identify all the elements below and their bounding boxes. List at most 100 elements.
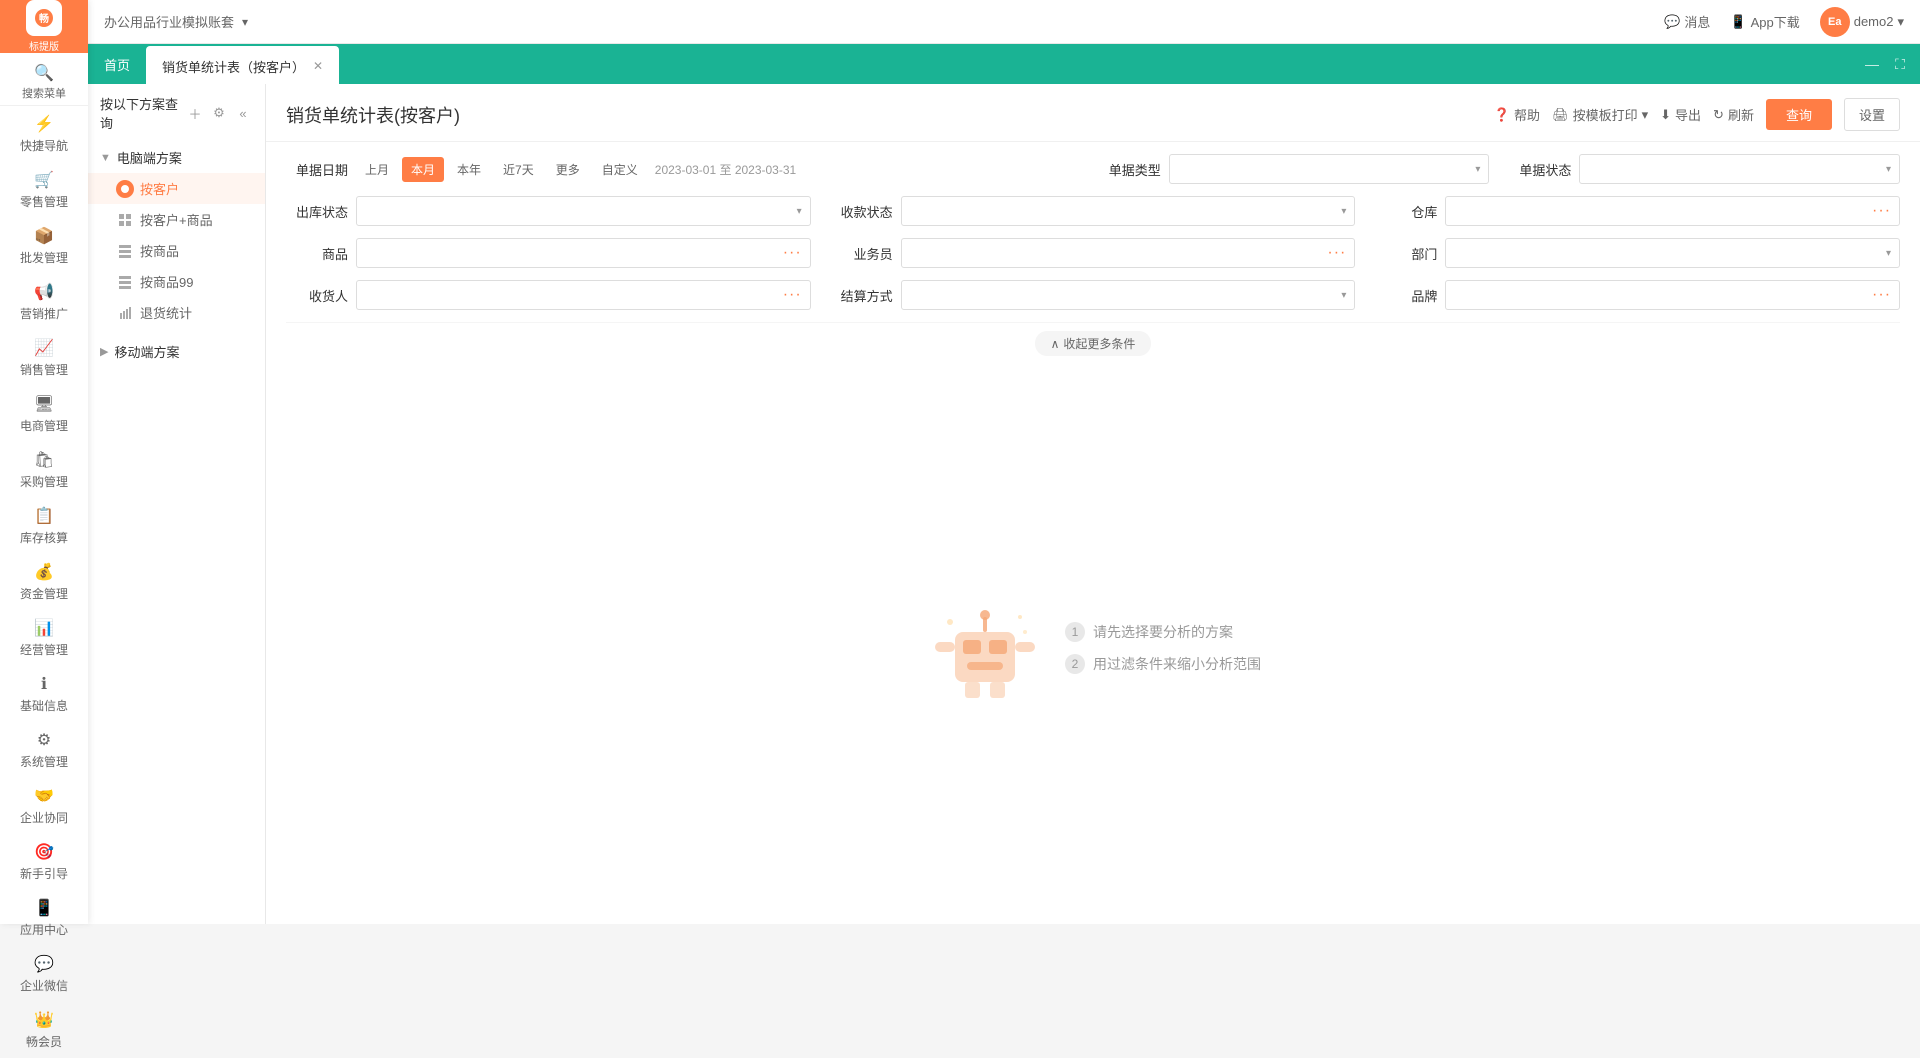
tree-mobile-label: 移动端方案	[114, 342, 179, 361]
bill-status-select[interactable]: ▾	[1579, 154, 1900, 184]
sidebar-item-search-menu[interactable]: 🔍 搜索菜单	[0, 53, 88, 106]
export-btn[interactable]: ⬇ 导出	[1660, 105, 1701, 124]
warehouse-select[interactable]: ···	[1445, 196, 1900, 226]
settings-btn[interactable]: 设置	[1844, 98, 1900, 131]
settlement-arrow-icon: ▾	[1341, 290, 1346, 301]
sidebar-item-wholesale[interactable]: 📦 批发管理	[0, 218, 88, 274]
inventory-icon: 📋	[34, 506, 54, 526]
date-btn-custom[interactable]: 自定义	[593, 157, 647, 182]
account-dropdown[interactable]: ▾	[242, 15, 248, 29]
tree-item-by-customer[interactable]: 按客户	[88, 173, 265, 204]
tree-item-return-stat[interactable]: 退货统计	[88, 297, 265, 328]
filter-row-1: 单据日期 上月 本月 本年 近7天 更多 自定义 2023-03-01 至 20…	[286, 154, 1900, 184]
edit-scheme-btn[interactable]: ⚙	[209, 103, 229, 123]
download-icon: 📱	[1730, 14, 1746, 30]
message-icon: 💬	[1664, 14, 1680, 30]
tree-expand-icon: ▼	[100, 152, 111, 164]
app-download-btn[interactable]: 📱 App下载	[1730, 12, 1799, 31]
collapse-panel-btn[interactable]: «	[233, 103, 253, 123]
empty-illustration	[925, 587, 1045, 710]
sidebar-item-operations[interactable]: 📊 经营管理	[0, 610, 88, 666]
salesperson-select[interactable]: ···	[901, 238, 1356, 268]
product-dots: ···	[783, 244, 802, 262]
tab-home[interactable]: 首页	[88, 44, 146, 84]
department-select[interactable]: ▾	[1445, 238, 1900, 268]
bill-type-arrow-icon: ▾	[1475, 164, 1480, 175]
content-area: 按以下方案查询 ＋ ⚙ « ▼ 电脑端方案 按客户	[88, 84, 1920, 924]
wholesale-icon: 📦	[34, 226, 54, 246]
tab-close-btn[interactable]: ✕	[313, 59, 323, 73]
sidebar-item-ecommerce[interactable]: 🖥 电商管理	[0, 386, 88, 442]
account-title: 办公用品行业模拟账套	[104, 12, 234, 31]
sidebar-item-wechat[interactable]: 💬 企业微信	[0, 946, 88, 1002]
receiver-select[interactable]: ···	[356, 280, 811, 310]
tree-item-by-product[interactable]: 按商品	[88, 235, 265, 266]
print-btn[interactable]: 🖨 按模板打印 ▾	[1552, 105, 1648, 124]
sidebar-item-purchase[interactable]: 🛍 采购管理	[0, 442, 88, 498]
sidebar-item-retail[interactable]: 🛒 零售管理	[0, 162, 88, 218]
filter-row-2: 出库状态 ▾ 收款状态 ▾ 仓库 ···	[286, 196, 1900, 226]
avatar: Ea	[1820, 7, 1850, 37]
product-label: 商品	[286, 244, 356, 263]
messages-btn[interactable]: 💬 消息	[1664, 12, 1710, 31]
sidebar: 畅 标提版 🔍 搜索菜单 ⚡ 快捷导航 🛒 零售管理 📦 批发管理 📢 营销推广…	[0, 0, 88, 924]
out-status-select[interactable]: ▾	[356, 196, 811, 226]
collapse-btn[interactable]: ∧ 收起更多条件	[1035, 331, 1152, 356]
brand-select[interactable]: ···	[1445, 280, 1900, 310]
by-product-99-icon	[116, 273, 134, 291]
product-select[interactable]: ···	[356, 238, 811, 268]
sidebar-item-quick-nav[interactable]: ⚡ 快捷导航	[0, 106, 88, 162]
sidebar-item-finance[interactable]: 💰 资金管理	[0, 554, 88, 610]
sidebar-item-guide[interactable]: 🎯 新手引导	[0, 834, 88, 890]
bill-type-select[interactable]: ▾	[1169, 154, 1490, 184]
tab-minimize-btn[interactable]: —	[1860, 52, 1884, 76]
add-scheme-btn[interactable]: ＋	[185, 103, 205, 123]
sidebar-item-inventory[interactable]: 📋 库存核算	[0, 498, 88, 554]
out-status-label: 出库状态	[286, 202, 356, 221]
date-group: 上月 本月 本年 近7天 更多 自定义 2023-03-01 至 2023-03…	[356, 157, 796, 182]
sidebar-item-basic[interactable]: ℹ 基础信息	[0, 666, 88, 722]
basic-icon: ℹ	[41, 674, 47, 694]
finance-icon: 💰	[34, 562, 54, 582]
help-btn[interactable]: ❓ 帮助	[1494, 105, 1540, 124]
settlement-select[interactable]: ▾	[901, 280, 1356, 310]
date-btn-last-month[interactable]: 上月	[356, 157, 398, 182]
filter-row-3: 商品 ··· 业务员 ··· 部门 ▾	[286, 238, 1900, 268]
receive-status-select[interactable]: ▾	[901, 196, 1356, 226]
retail-icon: 🛒	[34, 170, 54, 190]
date-btn-this-month[interactable]: 本月	[402, 157, 444, 182]
return-stat-label: 退货统计	[140, 303, 192, 322]
sidebar-item-app-center[interactable]: 📱 应用中心	[0, 890, 88, 946]
sidebar-item-system[interactable]: ⚙ 系统管理	[0, 722, 88, 778]
salesperson-dots: ···	[1327, 244, 1346, 262]
left-panel-header: 按以下方案查询 ＋ ⚙ «	[88, 84, 265, 138]
left-panel: 按以下方案查询 ＋ ⚙ « ▼ 电脑端方案 按客户	[88, 84, 266, 924]
tab-expand-btn[interactable]: ⛶	[1888, 52, 1912, 76]
refresh-btn[interactable]: ↻ 刷新	[1713, 105, 1754, 124]
sidebar-item-enterprise[interactable]: 🤝 企业协同	[0, 778, 88, 834]
date-btn-7days[interactable]: 近7天	[494, 157, 543, 182]
bill-status-arrow-icon: ▾	[1886, 164, 1891, 175]
by-customer-icon	[116, 180, 134, 198]
app-logo[interactable]: 畅 标提版	[0, 0, 88, 53]
date-btn-more[interactable]: 更多	[547, 157, 589, 182]
tree-parent-mobile[interactable]: ▶ 移动端方案	[88, 336, 265, 367]
user-menu[interactable]: Ea demo2 ▾	[1820, 7, 1904, 37]
filter-row-4: 收货人 ··· 结算方式 ▾ 品牌 ···	[286, 280, 1900, 310]
out-status-arrow-icon: ▾	[797, 206, 802, 217]
sidebar-item-marketing[interactable]: 📢 营销推广	[0, 274, 88, 330]
sidebar-item-member[interactable]: 👑 畅会员	[0, 1002, 88, 1058]
tree-item-by-customer-product[interactable]: 按客户+商品	[88, 204, 265, 235]
query-btn[interactable]: 查询	[1766, 99, 1832, 130]
tree-parent-desktop[interactable]: ▼ 电脑端方案	[88, 142, 265, 173]
page-title: 销货单统计表(按客户)	[286, 102, 460, 128]
receiver-label: 收货人	[286, 286, 356, 305]
tree-item-by-product-99[interactable]: 按商品99	[88, 266, 265, 297]
date-btn-this-year[interactable]: 本年	[448, 157, 490, 182]
enterprise-icon: 🤝	[34, 786, 54, 806]
tab-sales-stat[interactable]: 销货单统计表（按客户） ✕	[146, 46, 339, 86]
sidebar-item-sales[interactable]: 📈 销售管理	[0, 330, 88, 386]
sales-tab-label: 销货单统计表（按客户）	[162, 57, 305, 76]
page-header: 销货单统计表(按客户) ❓ 帮助 🖨 按模板打印 ▾ ⬇ 导出	[266, 84, 1920, 142]
ecommerce-icon: 🖥	[34, 394, 54, 414]
